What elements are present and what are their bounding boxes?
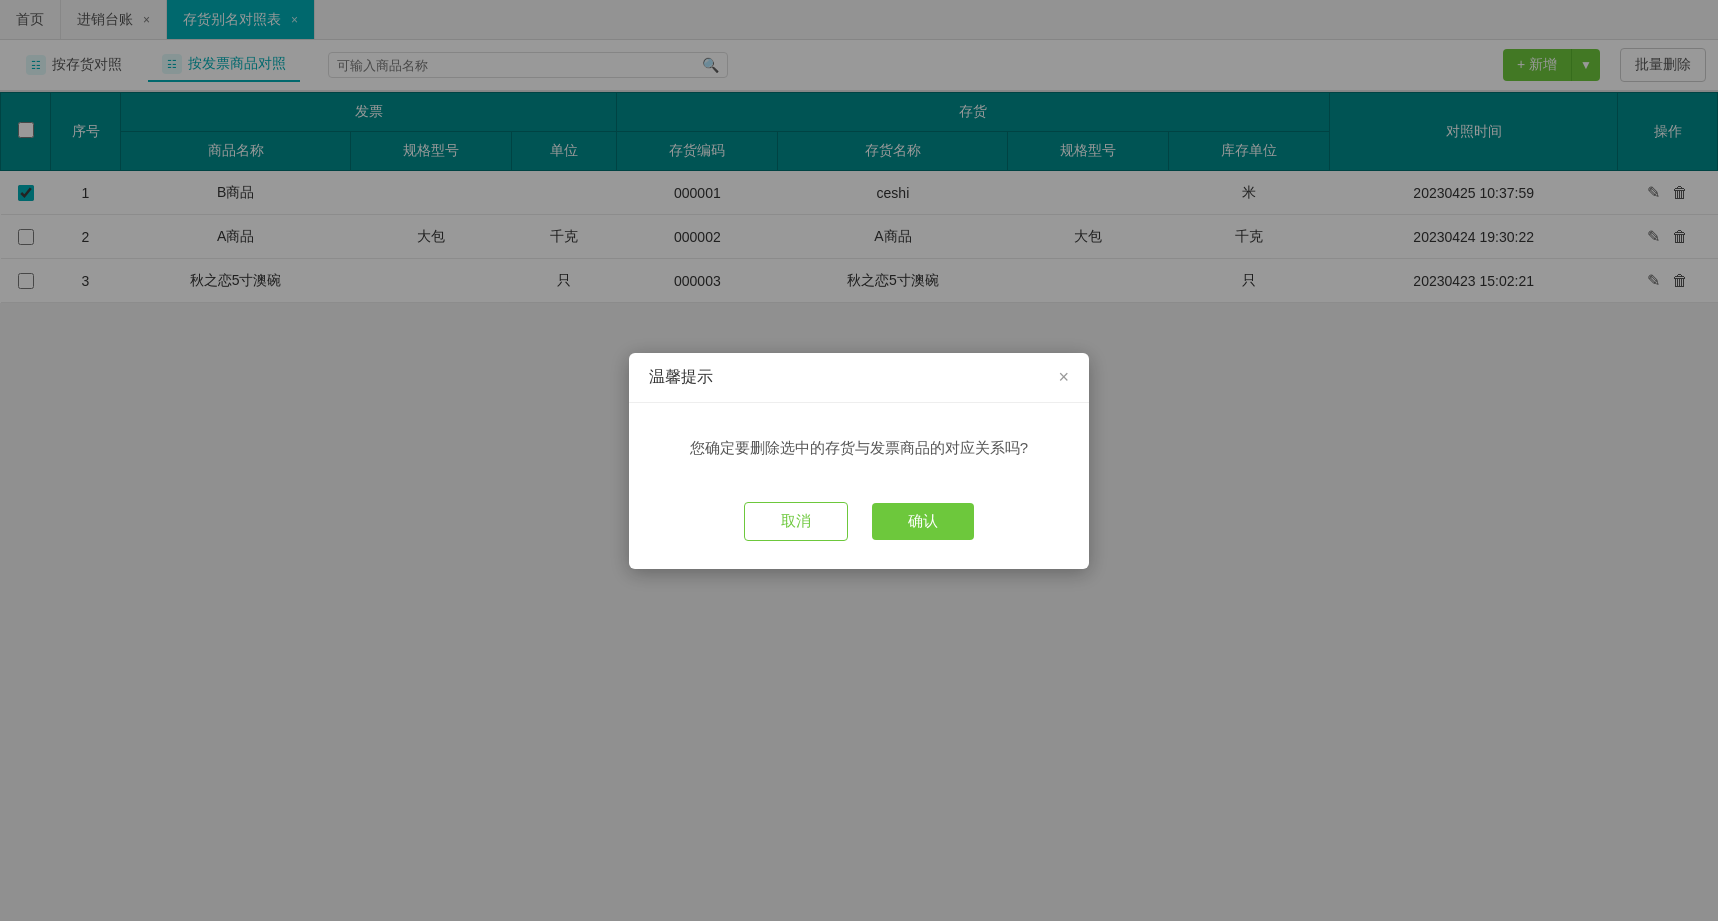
dialog-overlay: 温馨提示 × 您确定要删除选中的存货与发票商品的对应关系吗? 取消 确认 [0,0,1718,303]
